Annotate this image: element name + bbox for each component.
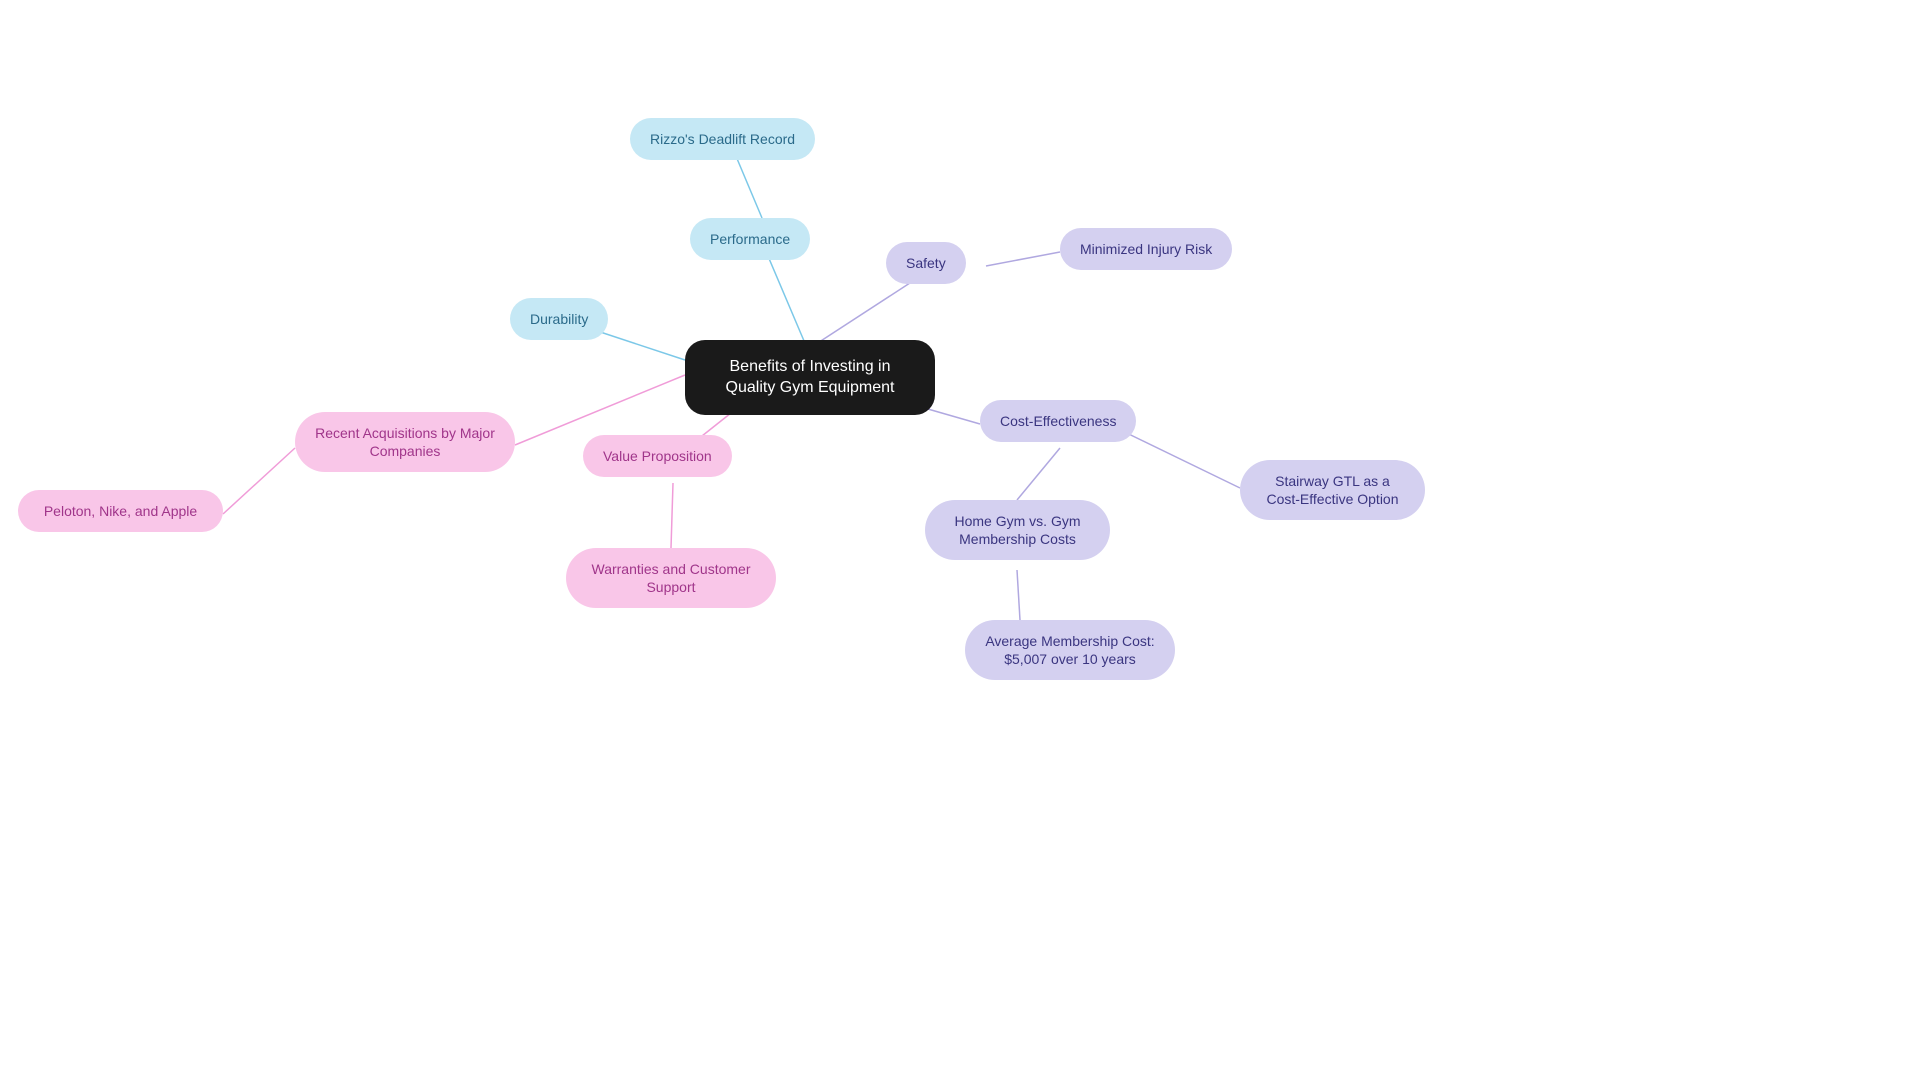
warranties-node: Warranties and Customer Support — [566, 548, 776, 608]
durability-node: Durability — [510, 298, 608, 340]
average-membership-node: Average Membership Cost: $5,007 over 10 … — [965, 620, 1175, 680]
minimized-injury-risk-node: Minimized Injury Risk — [1060, 228, 1232, 270]
performance-node: Performance — [690, 218, 810, 260]
home-gym-vs-node: Home Gym vs. Gym Membership Costs — [925, 500, 1110, 560]
rizzos-deadlift-node: Rizzo's Deadlift Record — [630, 118, 815, 160]
safety-node: Safety — [886, 242, 966, 284]
recent-acquisitions-node: Recent Acquisitions by Major Companies — [295, 412, 515, 472]
center-node: Benefits of Investing in Quality Gym Equ… — [685, 340, 935, 415]
value-proposition-node: Value Proposition — [583, 435, 732, 477]
cost-effectiveness-node: Cost-Effectiveness — [980, 400, 1136, 442]
stairway-gtl-node: Stairway GTL as a Cost-Effective Option — [1240, 460, 1425, 520]
peloton-node: Peloton, Nike, and Apple — [18, 490, 223, 532]
